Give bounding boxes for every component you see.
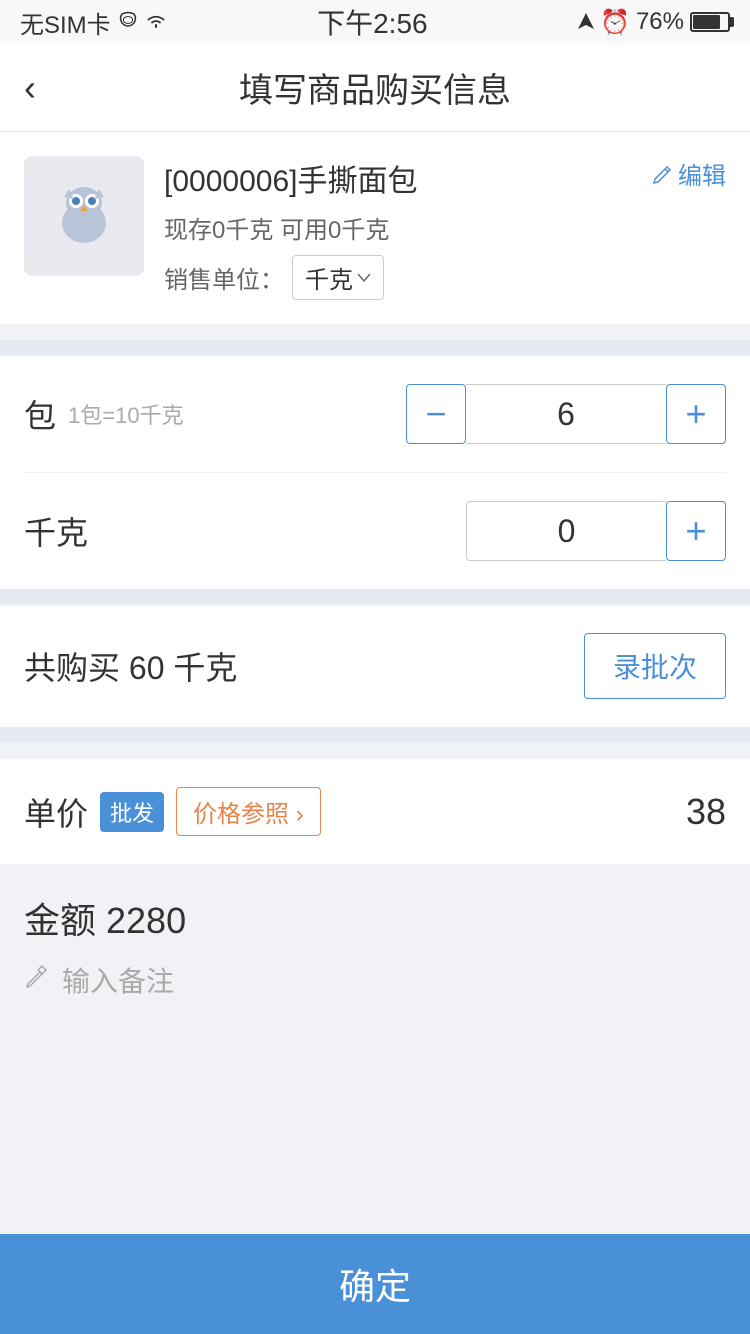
product-stock: 现存0千克 可用0千克 — [164, 210, 726, 245]
quantity-section: 包 1包=10千克 − + 千克 + — [0, 356, 750, 589]
edit-icon — [652, 163, 674, 185]
status-left: 无SIM卡 — [20, 5, 167, 40]
chevron-down-icon — [357, 273, 371, 283]
product-logo — [44, 181, 124, 251]
qty-plus-kg[interactable]: + — [666, 501, 726, 561]
alarm-icon: ⏰ — [600, 8, 630, 37]
price-row: 单价 批发 价格参照 › 38 — [24, 787, 726, 836]
qty-input-kg[interactable] — [466, 501, 666, 561]
qty-plus-bag[interactable]: + — [666, 384, 726, 444]
product-thumbnail — [24, 156, 144, 276]
location-icon — [578, 8, 594, 36]
confirm-button[interactable]: 确定 — [0, 1234, 750, 1334]
product-card: [0000006]手撕面包 编辑 现存0千克 可用0千克 销售单位： 千克 — [0, 132, 750, 324]
price-section: 单价 批发 价格参照 › 38 — [0, 759, 750, 864]
pencil-icon — [24, 964, 50, 997]
carrier-text: 无SIM卡 — [20, 5, 111, 40]
battery-icon — [690, 12, 730, 32]
wifi-icon — [145, 8, 167, 36]
qty-control-bag: − + — [406, 384, 726, 444]
sim-icon — [119, 8, 137, 36]
product-unit: 销售单位： 千克 — [164, 255, 726, 300]
status-time: 下午2:56 — [317, 2, 428, 42]
price-type-tag: 批发 — [100, 792, 164, 832]
product-name: [0000006]手撕面包 — [164, 156, 417, 200]
qty-label-bag: 包 1包=10千克 — [24, 391, 184, 437]
back-button[interactable]: ‹ — [24, 67, 36, 109]
status-right: ⏰ 76% — [578, 8, 730, 37]
qty-label-kg: 千克 — [24, 508, 88, 554]
amount-text: 金额 2280 — [24, 892, 726, 944]
product-info: [0000006]手撕面包 编辑 现存0千克 可用0千克 销售单位： 千克 — [164, 156, 726, 300]
qty-hint-bag: 1包=10千克 — [68, 398, 184, 430]
separator-1 — [0, 340, 750, 356]
edit-button[interactable]: 编辑 — [652, 156, 726, 191]
page-title: 填写商品购买信息 — [239, 63, 511, 112]
total-row: 共购买 60 千克 录批次 — [0, 605, 750, 727]
quantity-row-bag: 包 1包=10千克 − + — [24, 356, 726, 473]
status-bar: 无SIM卡 下午2:56 ⏰ 76% — [0, 0, 750, 44]
amount-section: 金额 2280 输入备注 — [0, 864, 750, 1016]
total-text: 共购买 60 千克 — [24, 643, 237, 689]
price-value: 38 — [686, 791, 726, 833]
unit-selector[interactable]: 千克 — [292, 255, 384, 300]
separator-2 — [0, 589, 750, 605]
qty-minus-bag[interactable]: − — [406, 384, 466, 444]
record-batch-button[interactable]: 录批次 — [584, 633, 726, 699]
price-reference-button[interactable]: 价格参照 › — [176, 787, 321, 836]
remark-input-row[interactable]: 输入备注 — [24, 960, 726, 1000]
separator-3 — [0, 727, 750, 743]
quantity-row-kg: 千克 + — [24, 473, 726, 589]
nav-bar: ‹ 填写商品购买信息 — [0, 44, 750, 132]
remark-placeholder: 输入备注 — [62, 960, 174, 1000]
price-label: 单价 批发 价格参照 › — [24, 787, 321, 836]
qty-input-bag[interactable] — [466, 384, 666, 444]
battery-text: 76% — [636, 8, 684, 36]
qty-control-kg: + — [466, 501, 726, 561]
